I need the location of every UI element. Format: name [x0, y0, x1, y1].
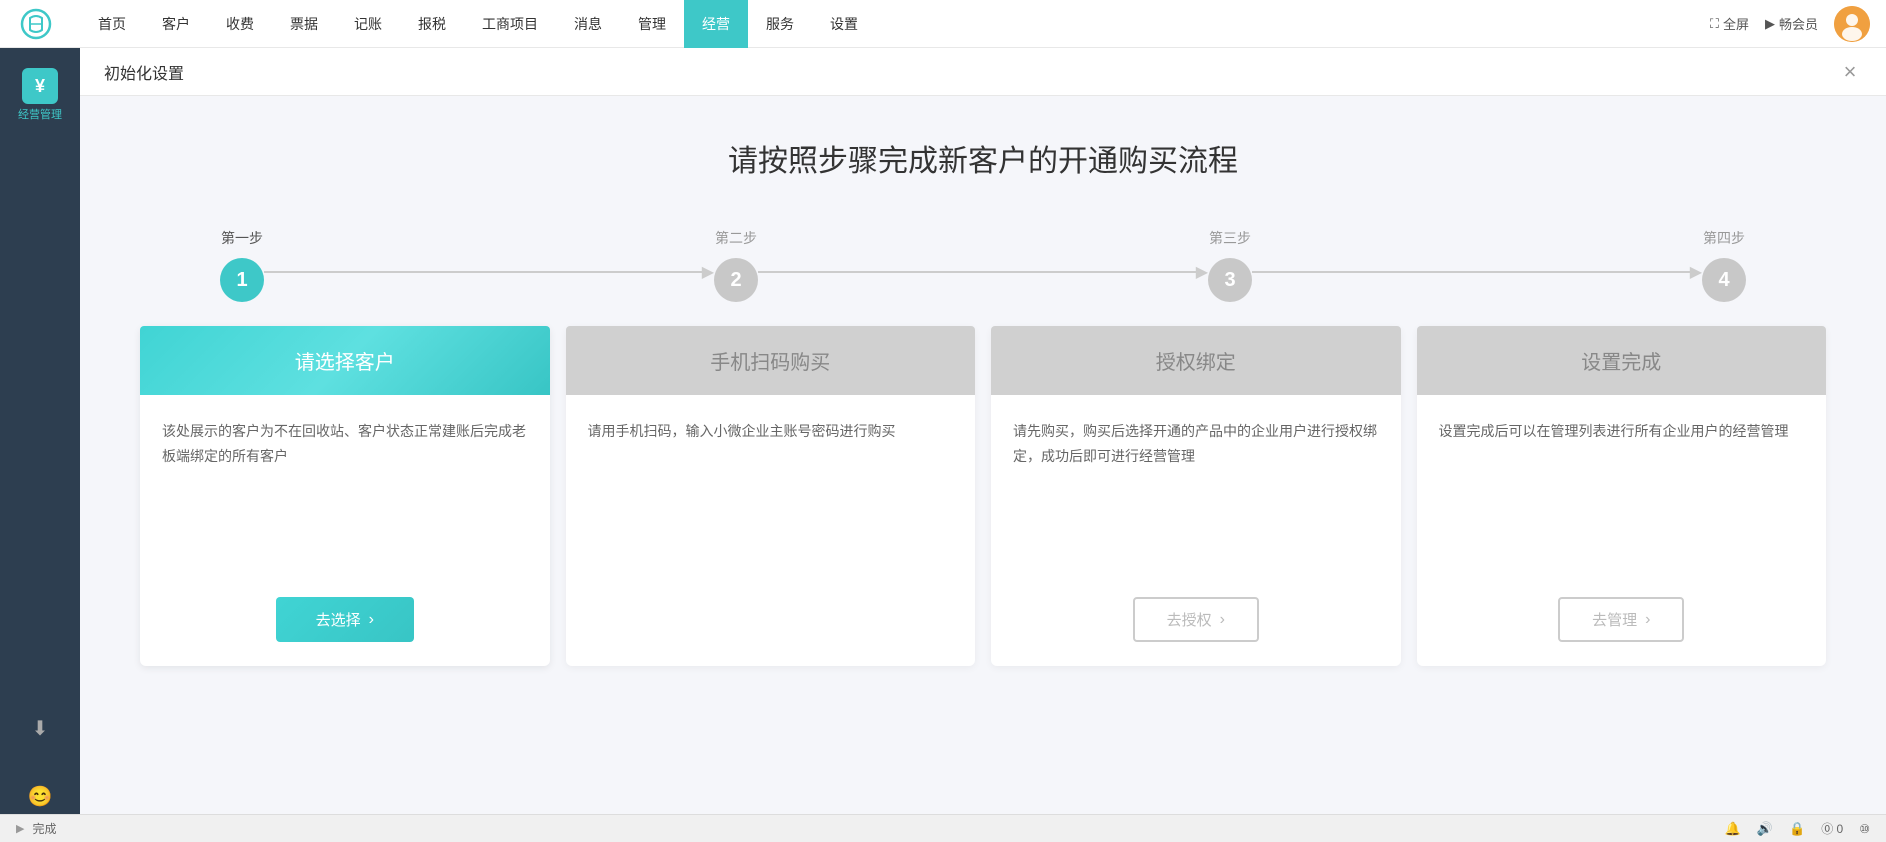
vip-button[interactable]: ▶ 畅会员 — [1765, 14, 1818, 33]
status-right: 🔔 🔊 🔒 ⓪ 0 ⑩ — [1725, 820, 1870, 837]
card-qr-purchase: 手机扫码购买 请用手机扫码，输入小微企业主账号密码进行购买 — [566, 326, 976, 666]
nav-service[interactable]: 服务 — [748, 0, 812, 48]
go-auth-button[interactable]: 去授权 › — [1133, 597, 1259, 642]
nav-charge[interactable]: 收费 — [208, 0, 272, 48]
play-status-icon: ▶ — [16, 822, 24, 835]
setup-heading: 请按照步骤完成新客户的开通购买流程 — [140, 136, 1826, 180]
nav-message[interactable]: 消息 — [556, 0, 620, 48]
card-2-header: 手机扫码购买 — [566, 326, 976, 395]
card-3-header: 授权绑定 — [991, 326, 1401, 395]
connector-2-3: ▶ — [758, 228, 1208, 282]
steps-row: 第一步 1 ▶ 第二步 2 ▶ — [140, 228, 1826, 302]
nav-right-section: ⛶ 全屏 ▶ 畅会员 — [1710, 6, 1870, 42]
lock-icon: 🔒 — [1789, 821, 1805, 837]
main-layout: ¥ 经营管理 ⬇ 😊 初始化设置 × 请按照步骤完成新客户的开通购买流程 第一步… — [0, 48, 1886, 842]
step-1: 第一步 1 — [220, 228, 264, 302]
nav-operation[interactable]: 经营 — [684, 0, 748, 48]
page-title: 初始化设置 — [104, 60, 184, 84]
sidebar-item-download[interactable]: ⬇ — [0, 698, 80, 758]
nav-invoice[interactable]: 票据 — [272, 0, 336, 48]
bell-icon: 🔔 — [1725, 821, 1741, 837]
nav-home[interactable]: 首页 — [80, 0, 144, 48]
step-1-label: 第一步 — [221, 228, 263, 248]
support-icon: 😊 — [22, 778, 58, 814]
step-2: 第二步 2 — [714, 228, 758, 302]
page-header: 初始化设置 × — [80, 48, 1886, 96]
step-2-label: 第二步 — [715, 228, 757, 248]
card-select-customer: 请选择客户 该处展示的客户为不在回收站、客户状态正常建账后完成老板端绑定的所有客… — [140, 326, 550, 666]
setup-content: 请按照步骤完成新客户的开通购买流程 第一步 1 ▶ 第二步 2 — [80, 96, 1886, 706]
sidebar: ¥ 经营管理 ⬇ 😊 — [0, 48, 80, 842]
nav-business[interactable]: 工商项目 — [464, 0, 556, 48]
step-3-circle: 3 — [1208, 258, 1252, 302]
yuan-icon: ¥ — [22, 68, 58, 104]
nav-manage[interactable]: 管理 — [620, 0, 684, 48]
content-area: 初始化设置 × 请按照步骤完成新客户的开通购买流程 第一步 1 ▶ — [80, 48, 1886, 842]
status-label: 完成 — [32, 820, 56, 837]
notif-count: ⓪ 0 — [1821, 820, 1843, 837]
card-4-footer: 去管理 › — [1417, 597, 1827, 642]
step-3-label: 第三步 — [1209, 228, 1251, 248]
step-4: 第四步 4 — [1702, 228, 1746, 302]
card-4-body: 设置完成后可以在管理列表进行所有企业用户的经营管理 — [1417, 395, 1827, 597]
card-1-body: 该处展示的客户为不在回收站、客户状态正常建账后完成老板端绑定的所有客户 — [140, 395, 550, 597]
nav-menu: 首页 客户 收费 票据 记账 报税 工商项目 消息 管理 经营 服务 设置 — [80, 0, 1710, 48]
step-3: 第三步 3 — [1208, 228, 1252, 302]
step-2-circle: 2 — [714, 258, 758, 302]
fullscreen-icon: ⛶ — [1710, 16, 1719, 32]
status-bar: ▶ 完成 🔔 🔊 🔒 ⓪ 0 ⑩ — [0, 814, 1886, 842]
arrow-icon: › — [1220, 611, 1225, 629]
card-auth-bind: 授权绑定 请先购买，购买后选择开通的产品中的企业用户进行授权绑定，成功后即可进行… — [991, 326, 1401, 666]
go-manage-button[interactable]: 去管理 › — [1558, 597, 1684, 642]
volume-icon: 🔊 — [1757, 821, 1773, 837]
card-1-header: 请选择客户 — [140, 326, 550, 395]
arrow-icon: › — [1645, 611, 1650, 629]
nav-settings[interactable]: 设置 — [812, 0, 876, 48]
nav-customer[interactable]: 客户 — [144, 0, 208, 48]
play-icon: ▶ — [1765, 16, 1775, 32]
card-1-footer: 去选择 › — [140, 597, 550, 642]
step-4-circle: 4 — [1702, 258, 1746, 302]
card-setup-complete: 设置完成 设置完成后可以在管理列表进行所有企业用户的经营管理 去管理 › — [1417, 326, 1827, 666]
fullscreen-button[interactable]: ⛶ 全屏 — [1710, 14, 1749, 33]
app-logo — [16, 4, 56, 44]
close-button[interactable]: × — [1838, 60, 1862, 84]
step-1-circle: 1 — [220, 258, 264, 302]
sidebar-item-operation[interactable]: ¥ 经营管理 — [0, 56, 80, 134]
card-4-header: 设置完成 — [1417, 326, 1827, 395]
arrow-icon: › — [369, 611, 374, 629]
top-navigation: 首页 客户 收费 票据 记账 报税 工商项目 消息 管理 经营 服务 设置 ⛶ … — [0, 0, 1886, 48]
go-select-button[interactable]: 去选择 › — [276, 597, 414, 642]
card-3-footer: 去授权 › — [991, 597, 1401, 642]
nav-bookkeeping[interactable]: 记账 — [336, 0, 400, 48]
card-2-body: 请用手机扫码，输入小微企业主账号密码进行购买 — [566, 395, 976, 642]
user-avatar[interactable] — [1834, 6, 1870, 42]
connector-3-4: ▶ — [1252, 228, 1702, 282]
download-icon: ⬇ — [22, 710, 58, 746]
connector-1-2: ▶ — [264, 228, 714, 282]
step-4-label: 第四步 — [1703, 228, 1745, 248]
cards-row: 请选择客户 该处展示的客户为不在回收站、客户状态正常建账后完成老板端绑定的所有客… — [140, 326, 1826, 666]
nav-tax[interactable]: 报税 — [400, 0, 464, 48]
score-count: ⑩ — [1859, 822, 1870, 836]
card-3-body: 请先购买，购买后选择开通的产品中的企业用户进行授权绑定，成功后即可进行经营管理 — [991, 395, 1401, 597]
